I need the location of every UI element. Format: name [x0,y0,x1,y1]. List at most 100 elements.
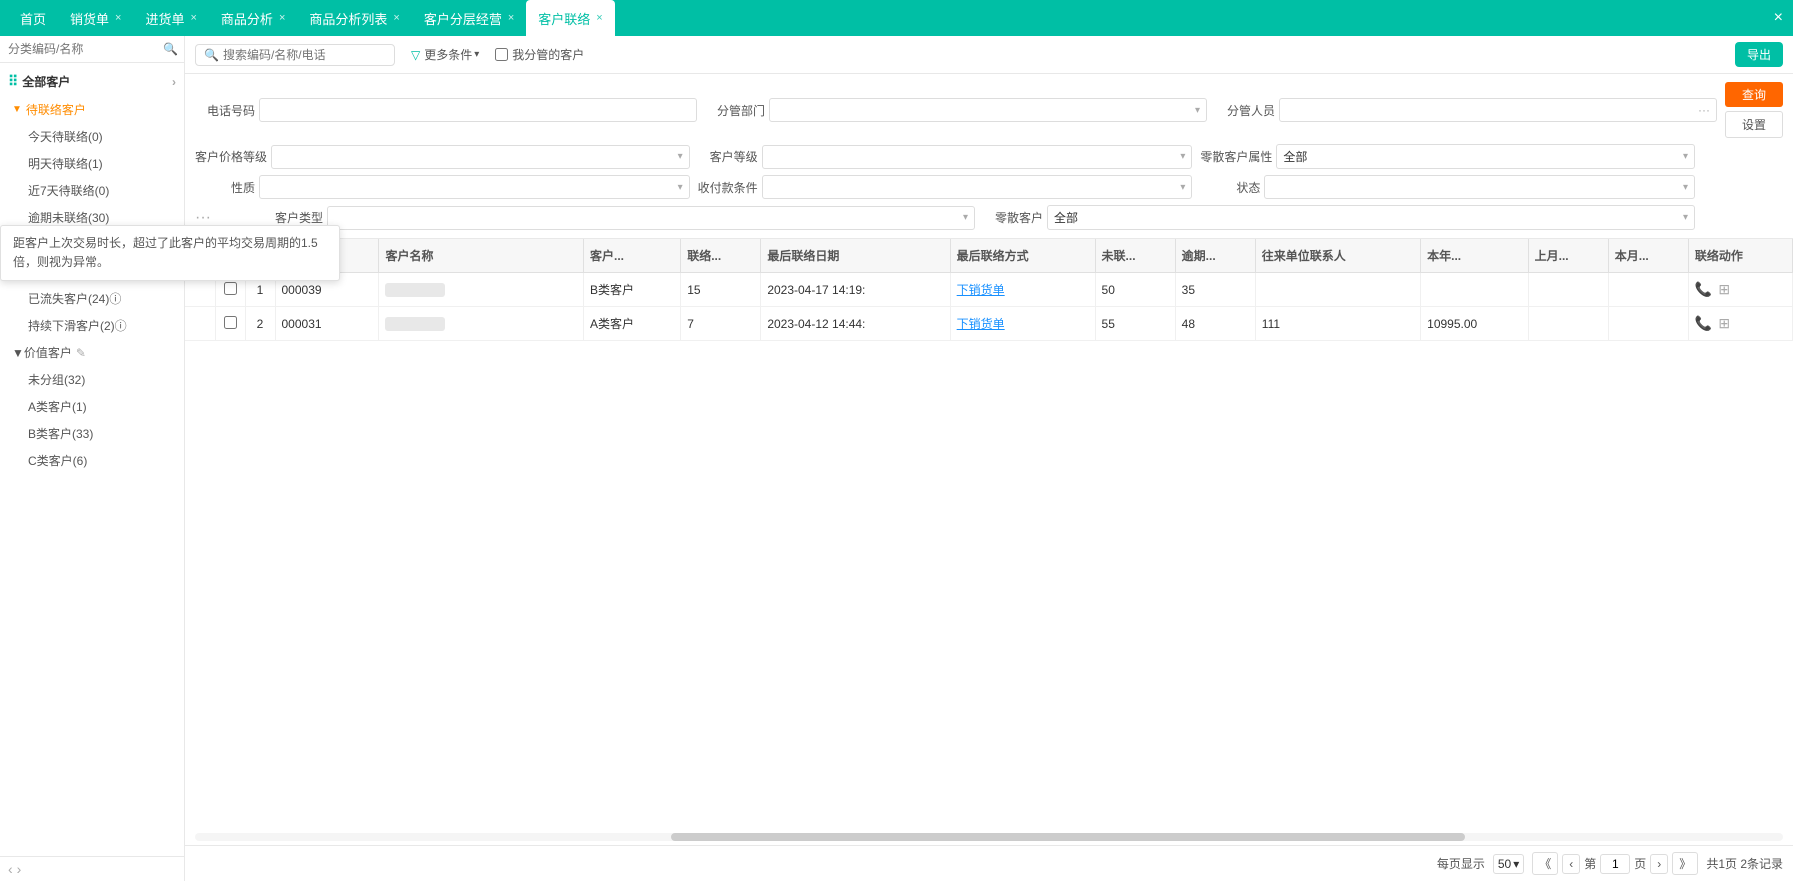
phone-action-icon[interactable]: 📞 [1695,281,1712,298]
phone-action-icon-2[interactable]: 📞 [1695,315,1712,332]
info-icon-2[interactable]: ⓘ [109,290,121,307]
expand-dots[interactable]: ··· [195,209,211,227]
row2-setting [185,307,215,341]
row1-name: ██████ [379,273,584,307]
more-conditions-btn[interactable]: ▽ 更多条件 ▾ [403,43,487,66]
close-icon[interactable]: × [596,12,602,24]
sidebar-pending-header[interactable]: ▼ 待联络客户 [0,96,184,123]
status-select[interactable]: ▾ [1264,175,1695,199]
window-close-icon[interactable]: × [1774,9,1783,27]
close-icon[interactable]: × [190,12,196,24]
row1-checkbox[interactable] [224,282,237,295]
filter-status: 状态 ▾ [1200,175,1695,199]
col-type: 客户... [584,239,681,273]
query-button[interactable]: 查询 [1725,82,1783,107]
dots-icon[interactable]: ··· [1698,103,1710,117]
sidebar-value-b[interactable]: B类客户(33) [0,420,184,447]
main-search-input[interactable] [223,48,386,62]
sidebar-declining[interactable]: 持续下滑客户(2) ⓘ [0,312,184,339]
horizontal-scrollbar[interactable] [195,833,1783,841]
sidebar-bottom-nav: ‹ › [0,856,184,881]
sidebar-all-customers[interactable]: ⠿ 全部客户 › [0,67,184,96]
setting-button[interactable]: 设置 [1725,111,1783,138]
sidebar-lost[interactable]: 已流失客户(24) ⓘ [0,285,184,312]
filter-row-4: ··· 客户类型 ▾ 零散客户 全部 ▾ [195,205,1783,230]
page-input[interactable] [1600,854,1630,874]
filter-row-2: 客户价格等级 ▾ 客户等级 ▾ 零散客户属性 全部 [195,144,1783,169]
sidebar-pending-today[interactable]: 今天待联络(0) [0,123,184,150]
sidebar-search-icon[interactable]: 🔍 [163,42,178,56]
next-page-btn[interactable]: › [1650,854,1668,874]
nav-purchase[interactable]: 进货单 × [133,0,208,36]
row1-this-year [1421,273,1528,307]
more-action-icon-2[interactable]: ⊞ [1718,315,1730,332]
nav-analysis[interactable]: 商品分析 × [209,0,297,36]
nature-select[interactable]: ▾ [259,175,690,199]
nav-customer-contact[interactable]: 客户联络 × [526,0,614,36]
nav-home[interactable]: 首页 [8,0,58,36]
nav-right-icon[interactable]: › [17,861,22,877]
prev-page-btn[interactable]: ‹ [1562,854,1580,874]
retail-attr-select[interactable]: 全部 ▾ [1276,144,1695,169]
table-header-row: ⚙ 客户编码 客户名称 客户... [185,239,1793,273]
more-action-icon[interactable]: ⊞ [1718,281,1730,298]
close-icon[interactable]: × [393,12,399,24]
my-customer-checkbox[interactable]: 我分管的客户 [495,46,584,63]
row1-pending: 50 [1095,273,1175,307]
filter-payment: 收付款条件 ▾ [698,175,1193,199]
chevron-down-icon: ▾ [1180,151,1185,162]
col-overdue: 逾期... [1175,239,1255,273]
sidebar-value-ungroup[interactable]: 未分组(32) [0,366,184,393]
page-size-select[interactable]: 50 ▾ [1493,854,1524,874]
col-contacts: 往来单位联系人 [1255,239,1420,273]
filter-customer-type: 客户类型 ▾ [263,206,975,230]
sidebar-value-a[interactable]: A类客户(1) [0,393,184,420]
scrollbar-thumb[interactable] [671,833,1465,841]
filter-dept: 分管部门 ▾ [705,98,1207,122]
my-customer-check[interactable] [495,48,508,61]
nav-analysis-list[interactable]: 商品分析列表 × [297,0,411,36]
price-level-select[interactable]: ▾ [271,145,690,169]
filter-row-3: 性质 ▾ 收付款条件 ▾ 状态 [195,175,1783,199]
first-page-btn[interactable]: 《 [1532,852,1558,875]
retail-customer-select[interactable]: 全部 ▾ [1047,205,1695,230]
dept-select[interactable]: ▾ [769,98,1207,122]
collapse-icon[interactable]: › [172,75,176,89]
sidebar-pending-7days[interactable]: 近7天待联络(0) [0,177,184,204]
manager-select[interactable]: ··· [1279,98,1717,122]
sidebar-value-c[interactable]: C类客户(6) [0,447,184,474]
filter-customer-level: 客户等级 ▾ [698,145,1193,169]
sidebar-value-header[interactable]: ▼ 价值客户 ✎ [0,339,184,366]
close-icon[interactable]: × [508,12,514,24]
toolbar: 🔍 ▽ 更多条件 ▾ 我分管的客户 导出 [185,36,1793,74]
content-area: 🔍 ▽ 更多条件 ▾ 我分管的客户 导出 电话号码 [185,36,1793,881]
page-nav: 《 ‹ 第 页 › 》 [1532,852,1698,875]
value-edit-icon[interactable]: ✎ [76,346,86,360]
filter-retail-customer: 零散客户 全部 ▾ [983,205,1695,230]
last-page-btn[interactable]: 》 [1672,852,1698,875]
customer-level-select[interactable]: ▾ [762,145,1193,169]
col-name: 客户名称 [379,239,584,273]
nav-left-icon[interactable]: ‹ [8,861,13,877]
sidebar-search-input[interactable] [8,42,163,56]
search-icon: 🔍 [204,48,219,62]
close-icon[interactable]: × [115,12,121,24]
nav-sales[interactable]: 销货单 × [58,0,133,36]
sidebar-tree: ⠿ 全部客户 › ▼ 待联络客户 今天待联络(0) 明天待联络(1) 近7天待联… [0,63,184,856]
close-icon[interactable]: × [279,12,285,24]
nav-customer-tier[interactable]: 客户分层经营 × [412,0,526,36]
customer-type-select[interactable]: ▾ [327,206,975,230]
col-contact: 联络... [681,239,761,273]
filter-retail-attr: 零散客户属性 全部 ▾ [1200,144,1695,169]
phone-input[interactable] [259,98,697,122]
export-button[interactable]: 导出 [1735,42,1783,67]
row2-checkbox[interactable] [224,316,237,329]
chevron-down-icon: ▾ [678,151,683,162]
payment-select[interactable]: ▾ [762,175,1193,199]
main-layout: 🔍 ⠿ 全部客户 › ▼ 待联络客户 今天待联络(0) 明天待联络(1) [0,36,1793,881]
row1-overdue: 35 [1175,273,1255,307]
filter-phone: 电话号码 [195,98,697,122]
sidebar-pending-tomorrow[interactable]: 明天待联络(1) [0,150,184,177]
info-icon-3[interactable]: ⓘ [115,317,127,334]
chevron-down-icon: ▾ [1195,105,1200,116]
